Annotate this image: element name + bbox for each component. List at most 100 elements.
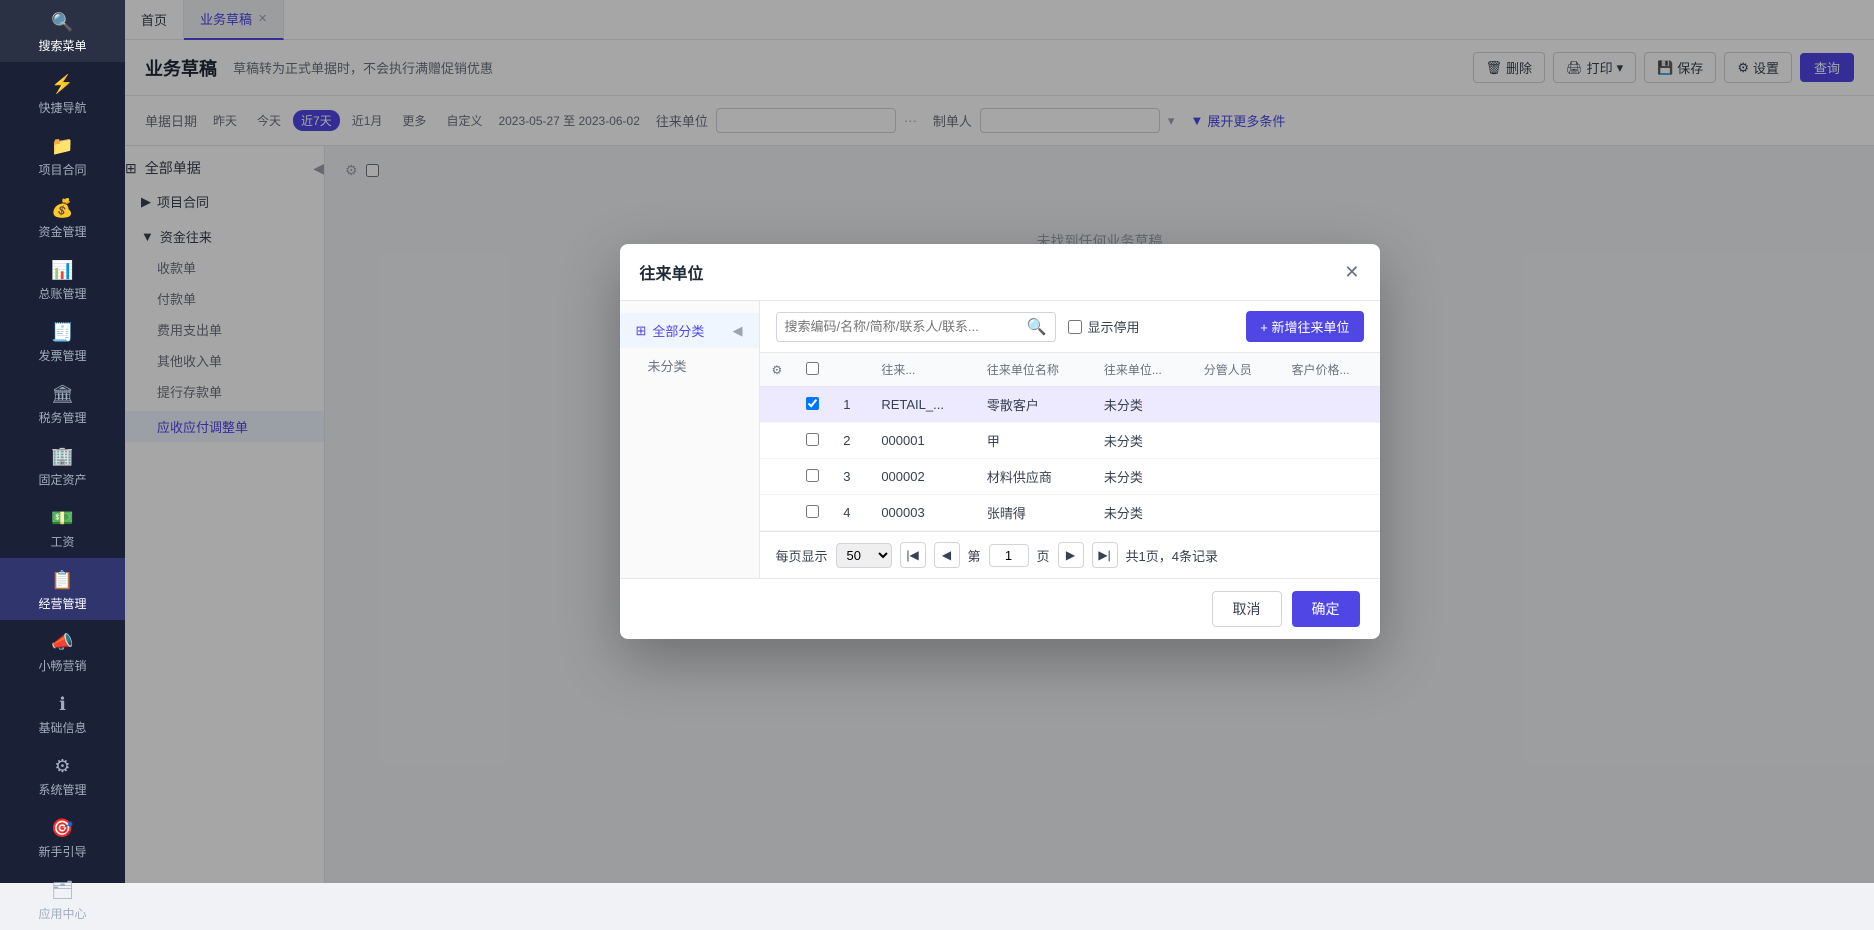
show-disabled-toggle: 显示停用: [1068, 317, 1140, 336]
table-row[interactable]: 3 000002 材料供应商 未分类: [760, 459, 1380, 495]
row-num-2: 2: [831, 423, 869, 459]
partner-search-input[interactable]: [785, 319, 1021, 334]
ops-icon: 📋: [51, 570, 73, 591]
table-row[interactable]: 1 RETAIL_... 零散客户 未分类: [760, 387, 1380, 423]
sidebar-item-salary[interactable]: 💵 工资: [0, 496, 125, 558]
row-price-3: [1280, 459, 1380, 495]
row-check: [794, 387, 831, 423]
row-checkbox-1[interactable]: [806, 397, 819, 410]
table-row[interactable]: 4 000003 张晴得 未分类: [760, 495, 1380, 531]
accounting-icon: 📊: [51, 260, 73, 281]
row-name-4: 张晴得: [975, 495, 1092, 531]
partner-dialog: 往来单位 ✕ ⊞ 全部分类 ◀ 未分类: [620, 244, 1380, 639]
th-check: [794, 353, 831, 387]
invoice-icon: 🧾: [51, 322, 73, 343]
last-page-btn[interactable]: ▶|: [1092, 542, 1118, 568]
sidebar-item-marketing[interactable]: 📣 小畅营销: [0, 620, 125, 682]
dialog-table: ⚙ 往来... 往来单位名称 往来单位... 分管人员 客户价格...: [760, 353, 1380, 531]
th-price: 客户价格...: [1280, 353, 1380, 387]
row-settings: [760, 387, 795, 423]
search-icon: 🔍: [1027, 317, 1047, 337]
dialog-title: 往来单位: [640, 260, 704, 284]
dialog-toolbar: 🔍 显示停用 + 新增往来单位: [760, 301, 1380, 353]
sidebar-item-sys-mgmt[interactable]: ⚙ 系统管理: [0, 744, 125, 806]
cat-uncategorized[interactable]: 未分类: [620, 348, 759, 383]
first-page-btn[interactable]: |◀: [900, 542, 926, 568]
page-number-input[interactable]: [989, 544, 1029, 567]
row-checkbox-3[interactable]: [806, 469, 819, 482]
row-cat-4: 未分类: [1092, 495, 1192, 531]
tax-icon: 🏛: [51, 384, 74, 405]
sidebar-item-capital[interactable]: 💰 资金管理: [0, 186, 125, 248]
sidebar: 🔍 搜索菜单 ⚡ 快捷导航 📁 项目合同 💰 资金管理 📊 总账管理 🧾 发票管…: [0, 0, 125, 883]
row-cat-3: 未分类: [1092, 459, 1192, 495]
row-price-1: [1280, 387, 1380, 423]
sidebar-item-ops[interactable]: 📋 经营管理: [0, 558, 125, 620]
row-num-1: 1: [831, 387, 869, 423]
row-code-3: 000002: [869, 459, 975, 495]
sidebar-item-fixed-assets[interactable]: 🏢 固定资产: [0, 434, 125, 496]
row-num-3: 3: [831, 459, 869, 495]
sidebar-item-app-center[interactable]: 🗂 应用中心: [0, 868, 125, 930]
th-settings: ⚙: [760, 353, 795, 387]
row-name-3: 材料供应商: [975, 459, 1092, 495]
dialog-actions: 取消 确定: [620, 578, 1380, 639]
dialog-body: ⊞ 全部分类 ◀ 未分类 🔍: [620, 301, 1380, 578]
row-code-1: RETAIL_...: [869, 387, 975, 423]
row-check: [794, 459, 831, 495]
select-all-table-checkbox[interactable]: [806, 362, 819, 375]
row-settings: [760, 459, 795, 495]
sidebar-item-invoice[interactable]: 🧾 发票管理: [0, 310, 125, 372]
row-mgr-1: [1192, 387, 1280, 423]
cancel-button[interactable]: 取消: [1212, 591, 1282, 627]
row-code-4: 000003: [869, 495, 975, 531]
marketing-icon: 📣: [51, 632, 73, 653]
next-page-btn[interactable]: ▶: [1058, 542, 1084, 568]
project-icon: 📁: [51, 136, 73, 157]
sidebar-item-tax[interactable]: 🏛 税务管理: [0, 372, 125, 434]
fixed-assets-icon: 🏢: [51, 446, 73, 467]
row-name-1: 零散客户: [975, 387, 1092, 423]
th-num: [831, 353, 869, 387]
modal-overlay: 往来单位 ✕ ⊞ 全部分类 ◀ 未分类: [125, 0, 1874, 883]
confirm-button[interactable]: 确定: [1292, 591, 1360, 627]
dialog-sidebar: ⊞ 全部分类 ◀ 未分类: [620, 301, 760, 578]
row-mgr-4: [1192, 495, 1280, 531]
row-num-4: 4: [831, 495, 869, 531]
settings-col-icon: ⚙: [772, 363, 783, 377]
capital-icon: 💰: [51, 198, 73, 219]
dialog-close-button[interactable]: ✕: [1344, 262, 1359, 283]
th-manager: 分管人员: [1192, 353, 1280, 387]
salary-icon: 💵: [51, 508, 73, 529]
sidebar-item-accounting[interactable]: 📊 总账管理: [0, 248, 125, 310]
sidebar-item-quick-nav[interactable]: ⚡ 快捷导航: [0, 62, 125, 124]
row-mgr-2: [1192, 423, 1280, 459]
dialog-header: 往来单位 ✕: [620, 244, 1380, 301]
sidebar-item-base-info[interactable]: ℹ 基础信息: [0, 682, 125, 744]
sidebar-item-search[interactable]: 🔍 搜索菜单: [0, 0, 125, 62]
search-icon: 🔍: [51, 12, 73, 33]
row-cat-2: 未分类: [1092, 423, 1192, 459]
collapse-cat-icon[interactable]: ◀: [733, 323, 743, 339]
row-check: [794, 495, 831, 531]
base-info-icon: ℹ: [59, 694, 66, 715]
add-partner-button[interactable]: + 新增往来单位: [1246, 311, 1363, 342]
row-price-4: [1280, 495, 1380, 531]
dialog-pagination: 每页显示 50 20 100 |◀ ◀ 第 页 ▶ ▶| 共1页，4条: [760, 531, 1380, 578]
sidebar-item-project[interactable]: 📁 项目合同: [0, 124, 125, 186]
cat-all[interactable]: ⊞ 全部分类 ◀: [620, 313, 759, 348]
per-page-select[interactable]: 50 20 100: [836, 543, 892, 568]
th-category: 往来单位...: [1092, 353, 1192, 387]
th-name: 往来单位名称: [975, 353, 1092, 387]
prev-page-btn[interactable]: ◀: [934, 542, 960, 568]
row-checkbox-2[interactable]: [806, 433, 819, 446]
show-disabled-checkbox[interactable]: [1068, 320, 1082, 334]
table-row[interactable]: 2 000001 甲 未分类: [760, 423, 1380, 459]
row-checkbox-4[interactable]: [806, 505, 819, 518]
row-check: [794, 423, 831, 459]
grid-small-icon: ⊞: [636, 323, 647, 339]
row-name-2: 甲: [975, 423, 1092, 459]
row-cat-1: 未分类: [1092, 387, 1192, 423]
app-center-icon: 🗂: [51, 880, 74, 901]
sidebar-item-new-guide[interactable]: 🎯 新手引导: [0, 806, 125, 868]
